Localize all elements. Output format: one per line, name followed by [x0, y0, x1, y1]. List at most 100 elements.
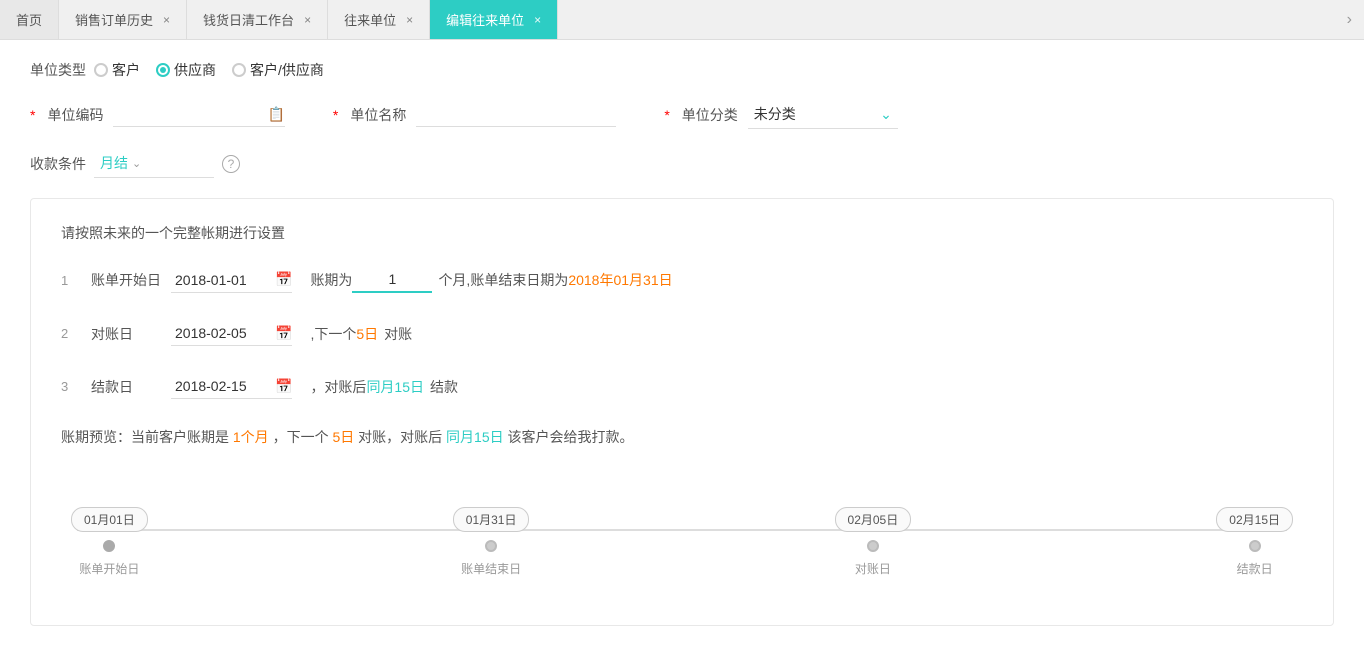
unit-classify-group: * 单位分类 未分类 ⌄ [664, 100, 897, 129]
tab-sales-history[interactable]: 销售订单历史 × [59, 0, 187, 39]
unit-name-group: * 单位名称 河南供应商22 [333, 102, 616, 127]
unit-type-radio-group: 客户 供应商 客户/供应商 [94, 60, 324, 80]
timeline-node-1: 01月31日 账单结束日 [453, 507, 530, 577]
timeline-dot-2 [867, 540, 879, 552]
timeline-sub-3: 结款日 [1237, 560, 1273, 577]
timeline-node-2: 02月05日 对账日 [835, 507, 912, 577]
tab-sales-history-close[interactable]: × [163, 13, 170, 27]
radio-supplier-label: 供应商 [174, 60, 216, 80]
period-row2-prefix: ,下一个 [310, 324, 356, 344]
tab-home-label: 首页 [16, 10, 42, 29]
tab-cashier-workbench-close[interactable]: × [304, 13, 311, 27]
period-reconcile-date-calendar[interactable]: 📅 [275, 325, 292, 342]
period-row-3: 3 结款日 📅 ，对账后 同月15日 结款 [61, 374, 1303, 399]
period-row3-prefix: ，对账后 [310, 377, 366, 397]
content-area: 单位类型 客户 供应商 客户/供应商 * 单位编码 000001 📋 [0, 40, 1364, 646]
unit-type-row: 单位类型 客户 供应商 客户/供应商 [30, 60, 1334, 80]
unit-code-icon[interactable]: 📋 [267, 106, 284, 123]
period-row-1: 1 账单开始日 📅 账期为 个月,账单结束日期为 2018年01月31日 [61, 267, 1303, 293]
period-reconcile-date-field[interactable] [171, 321, 271, 345]
payment-terms-dropdown-arrow: ⌄ [132, 157, 141, 170]
period-card-title: 请按照未来的一个完整帐期进行设置 [61, 223, 1303, 243]
payment-terms-select[interactable]: 月结 ⌄ [94, 149, 214, 178]
preview-mid: ，下一个 [273, 429, 329, 445]
radio-both-label: 客户/供应商 [250, 60, 324, 80]
timeline-label-1: 01月31日 [453, 507, 530, 532]
tab-cashier-workbench[interactable]: 钱货日清工作台 × [187, 0, 328, 39]
tab-edit-partner-unit-label: 编辑往来单位 [446, 10, 524, 29]
payment-terms-value: 月结 [100, 153, 128, 173]
preview-suffix: 该客户会给我打款。 [508, 429, 634, 445]
tab-partner-unit-label: 往来单位 [344, 10, 396, 29]
unit-code-star: * [30, 107, 35, 123]
period-num-1: 1 [61, 273, 91, 288]
timeline-dot-1 [485, 540, 497, 552]
preview-day5: 5日 [332, 429, 354, 445]
unit-name-input[interactable]: 河南供应商22 [416, 102, 616, 127]
unit-classify-star: * [664, 107, 669, 123]
tab-partner-unit-close[interactable]: × [406, 13, 413, 27]
period-field-label-1: 账单开始日 [91, 270, 171, 290]
tab-partner-unit[interactable]: 往来单位 × [328, 0, 430, 39]
period-num-3: 3 [61, 379, 91, 394]
preview-prefix: 账期预览：当前客户账期是 [61, 429, 229, 445]
timeline-dot-3 [1249, 540, 1261, 552]
timeline-node-3: 02月15日 结款日 [1216, 507, 1293, 577]
timeline-label-2: 02月05日 [835, 507, 912, 532]
payment-terms-help-icon[interactable]: ? [222, 155, 240, 173]
radio-customer-circle [94, 63, 108, 77]
unit-code-label: 单位编码 [47, 105, 103, 125]
preview-1month: 1个月 [233, 429, 269, 445]
radio-customer[interactable]: 客户 [94, 60, 140, 80]
preview-day15: 同月15日 [446, 429, 504, 445]
period-field-label-2: 对账日 [91, 324, 171, 344]
tab-expand-button[interactable]: › [1335, 0, 1364, 39]
period-months-input[interactable] [352, 267, 432, 293]
tab-sales-history-label: 销售订单历史 [75, 10, 153, 29]
period-card: 请按照未来的一个完整帐期进行设置 1 账单开始日 📅 账期为 个月,账单结束日期… [30, 198, 1334, 626]
payment-terms-label: 收款条件 [30, 154, 86, 174]
period-row2-day-highlight: 5日 [356, 324, 378, 344]
radio-both[interactable]: 客户/供应商 [232, 60, 324, 80]
timeline-nodes: 01月01日 账单开始日 01月31日 账单结束日 02月05日 对账日 [71, 507, 1293, 577]
period-row3-day-highlight: 同月15日 [366, 377, 424, 397]
timeline-dot-0 [103, 540, 115, 552]
timeline-sub-1: 账单结束日 [461, 560, 521, 577]
period-start-date-calendar[interactable]: 📅 [275, 271, 292, 288]
timeline-section: 01月01日 账单开始日 01月31日 账单结束日 02月05日 对账日 [61, 477, 1303, 601]
unit-code-group: * 单位编码 000001 📋 [30, 102, 285, 127]
unit-name-star: * [333, 107, 338, 123]
period-field-label-3: 结款日 [91, 377, 171, 397]
period-num-2: 2 [61, 326, 91, 341]
timeline-line [77, 529, 1287, 531]
unit-info-row: * 单位编码 000001 📋 * 单位名称 河南供应商22 * 单位分类 未分… [30, 100, 1334, 129]
period-payment-date-calendar[interactable]: 📅 [275, 378, 292, 395]
period-payment-date-field[interactable] [171, 374, 271, 398]
tab-bar: 首页 销售订单历史 × 钱货日清工作台 × 往来单位 × 编辑往来单位 × › [0, 0, 1364, 40]
tab-home[interactable]: 首页 [0, 0, 59, 39]
period-start-date-field[interactable] [171, 268, 271, 292]
preview-mid2: 对账，对账后 [358, 429, 442, 445]
period-start-date-input: 📅 [171, 268, 292, 293]
period-row2-suffix: 对账 [384, 324, 412, 344]
radio-supplier-circle [156, 63, 170, 77]
radio-customer-label: 客户 [112, 60, 140, 80]
unit-classify-arrow: ⌄ [880, 106, 892, 123]
unit-classify-select[interactable]: 未分类 ⌄ [748, 100, 898, 129]
unit-classify-value: 未分类 [754, 104, 872, 124]
tab-edit-partner-unit-close[interactable]: × [534, 13, 541, 27]
period-end-date-highlight: 2018年01月31日 [568, 270, 672, 290]
radio-supplier[interactable]: 供应商 [156, 60, 216, 80]
unit-classify-label: 单位分类 [682, 105, 738, 125]
radio-both-circle [232, 63, 246, 77]
timeline-sub-0: 账单开始日 [79, 560, 139, 577]
timeline-label-3: 02月15日 [1216, 507, 1293, 532]
tab-edit-partner-unit[interactable]: 编辑往来单位 × [430, 0, 558, 39]
timeline-sub-2: 对账日 [855, 560, 891, 577]
unit-code-input[interactable]: 000001 [113, 102, 263, 126]
period-row-2: 2 对账日 📅 ,下一个 5日 对账 [61, 321, 1303, 346]
period-row3-suffix: 结款 [430, 377, 458, 397]
payment-terms-row: 收款条件 月结 ⌄ ? [30, 149, 1334, 178]
period-payment-date-input: 📅 [171, 374, 292, 399]
period-row1-suffix: 个月,账单结束日期为 [438, 270, 568, 290]
